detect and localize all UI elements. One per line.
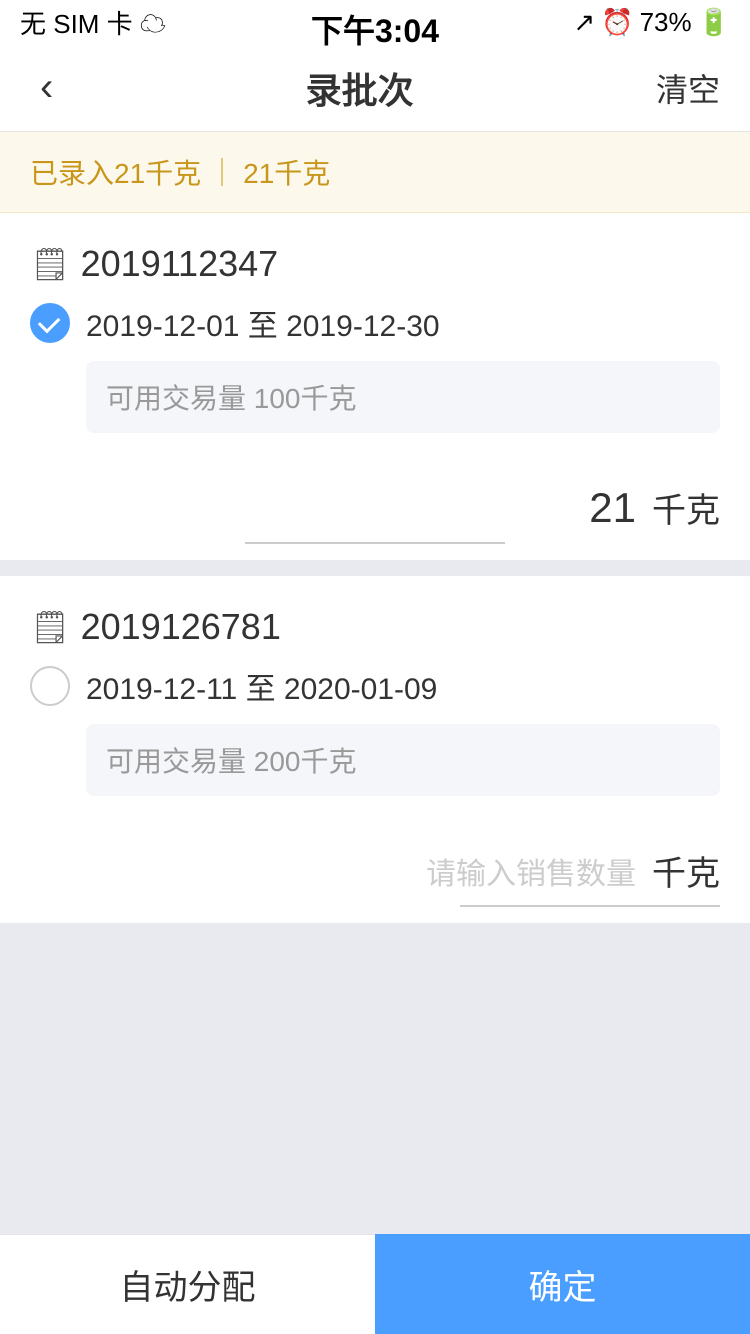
bottom-bar: 自动分配 确定 — [0, 1234, 750, 1334]
status-right: ↗ ⏰ 73% 🔋 — [573, 7, 730, 38]
batch2-radio[interactable] — [30, 666, 70, 706]
batch1-id: 2019112347 — [81, 243, 279, 285]
batch2-avail-text: 可用交易量 200千克 — [106, 746, 357, 777]
batch1-avail: 可用交易量 100千克 — [86, 361, 720, 433]
confirm-button[interactable]: 确定 — [375, 1234, 750, 1334]
clear-button[interactable]: 清空 — [656, 65, 720, 111]
battery-icon: 🔋 — [698, 7, 730, 38]
batch2-input-placeholder: 请输入销售数量 — [426, 849, 636, 893]
recorded-amount: 已录入21千克 — [30, 152, 201, 192]
alarm-icon: ⏰ — [601, 7, 633, 38]
batch1-qty-value: 21 — [589, 484, 636, 532]
batch1-avail-text: 可用交易量 100千克 — [106, 383, 357, 414]
batch1-qty-unit: 千克 — [652, 483, 720, 532]
batch2-id: 2019126781 — [81, 606, 281, 648]
batch1-doc-icon: 🗒 — [30, 245, 71, 283]
page-title: 录批次 — [306, 62, 414, 114]
batch2-avail: 可用交易量 200千克 — [86, 724, 720, 796]
batch2-doc-icon: 🗒 — [30, 608, 71, 646]
batch2-input-row: 请输入销售数量 千克 — [0, 826, 750, 905]
status-time: 下午3:04 — [311, 6, 439, 52]
batch2-header: 🗒 2019126781 — [30, 606, 720, 648]
batch2-input-unit: 千克 — [652, 846, 720, 895]
info-banner: 已录入21千克 21千克 — [0, 132, 750, 213]
batch1-qty-divider — [245, 542, 505, 544]
batch1-divider-wrapper — [0, 542, 750, 560]
nav-bar: ‹ 录批次 清空 — [0, 44, 750, 132]
sim-label: 无 SIM 卡 ☁ — [20, 4, 166, 41]
batch2-date-row: 2019-12-11 至 2020-01-09 — [30, 664, 720, 708]
batch2-date: 2019-12-11 至 2020-01-09 — [86, 664, 437, 708]
section-divider — [0, 560, 750, 576]
batch1-card: 🗒 2019112347 2019-12-01 至 2019-12-30 可用交… — [0, 213, 750, 463]
location-icon: ↗ — [573, 7, 595, 38]
batch1-qty-row: 21 千克 — [0, 463, 750, 542]
banner-divider — [221, 158, 223, 186]
total-amount: 21千克 — [243, 152, 330, 192]
status-left: 无 SIM 卡 ☁ — [20, 4, 166, 41]
back-button[interactable]: ‹ — [30, 55, 63, 120]
batch2-divider-wrapper — [0, 905, 750, 923]
batch1-radio[interactable] — [30, 303, 70, 343]
batch2-card: 🗒 2019126781 2019-12-11 至 2020-01-09 可用交… — [0, 576, 750, 826]
battery-label: 73% — [640, 7, 692, 38]
auto-distribute-button[interactable]: 自动分配 — [0, 1234, 375, 1334]
batch2-input-divider — [460, 905, 720, 907]
batch1-header: 🗒 2019112347 — [30, 243, 720, 285]
batch1-date: 2019-12-01 至 2019-12-30 — [86, 301, 440, 345]
batch1-date-row: 2019-12-01 至 2019-12-30 — [30, 301, 720, 345]
status-bar: 无 SIM 卡 ☁ 下午3:04 ↗ ⏰ 73% 🔋 — [0, 0, 750, 44]
